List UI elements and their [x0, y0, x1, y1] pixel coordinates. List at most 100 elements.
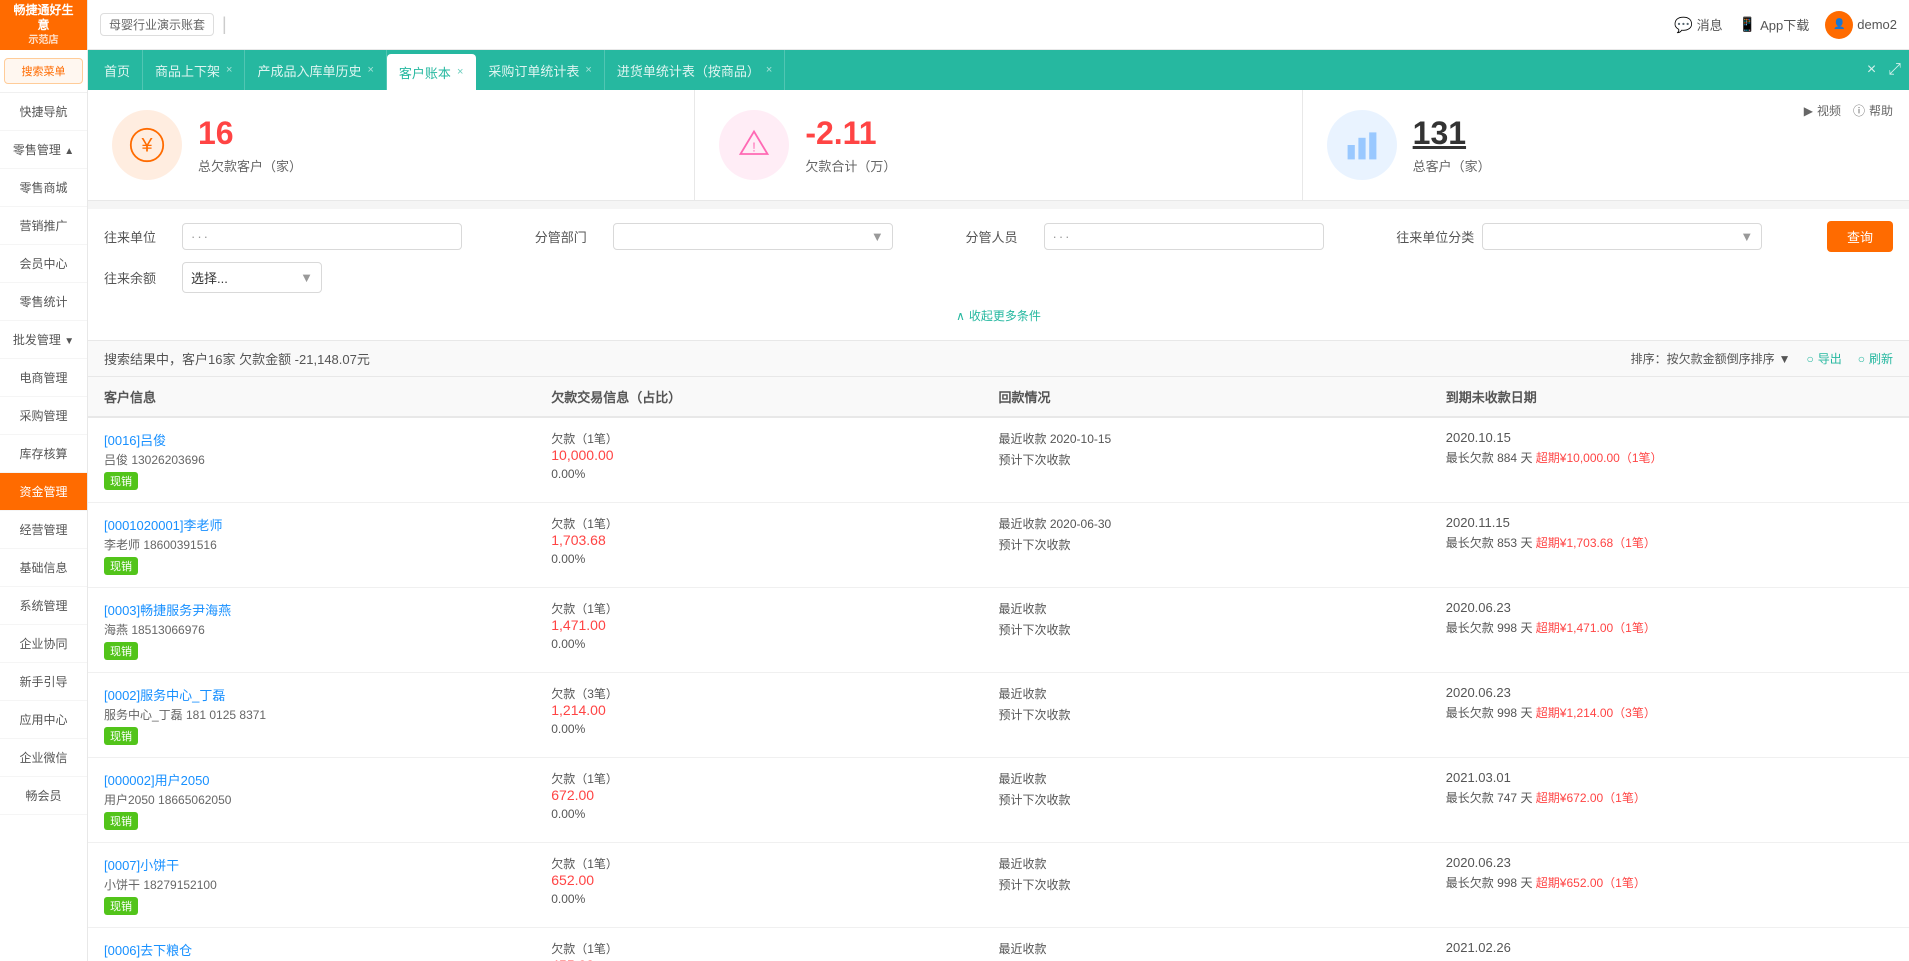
user-avatar-btn[interactable]: 👤 demo2 [1825, 11, 1897, 39]
due-date-3: 2020.06.23 [1446, 685, 1893, 700]
sidebar-item-app-center[interactable]: 应用中心 [0, 701, 87, 739]
export-btn[interactable]: ○ 导出 [1806, 350, 1841, 367]
tab-product-status[interactable]: 商品上下架 × [143, 50, 245, 90]
sidebar-item-retail-stats[interactable]: 零售统计 [0, 283, 87, 321]
refresh-icon: ○ [1858, 352, 1865, 366]
unit-category-select[interactable]: ▼ [1482, 223, 1762, 250]
collapse-filter-btn[interactable]: ∧ 收起更多条件 [104, 303, 1893, 328]
cell-customer-2: [0003]畅捷服务尹海燕 海燕 18513066976 现销 [104, 600, 551, 660]
overdue-amount-0[interactable]: 超期¥10,000.00（1笔） [1536, 451, 1663, 465]
tab-purchase-order[interactable]: 采购订单统计表 × [476, 50, 604, 90]
overdue-amount-4[interactable]: 超期¥672.00（1笔） [1536, 791, 1646, 805]
sidebar-item-member[interactable]: 会员中心 [0, 245, 87, 283]
close-icon-product-status[interactable]: × [226, 64, 232, 76]
sidebar-item-batch-mgmt[interactable]: 批发管理 ▼ [0, 321, 87, 359]
expand-tabs-btn[interactable]: ⤢ [1884, 61, 1905, 79]
debt-icon: ! [736, 127, 772, 163]
collection-last-0: 最近收款 2020-10-15 [999, 430, 1446, 447]
tab-purchase-stats[interactable]: 进货单统计表（按商品） × [605, 50, 785, 90]
sidebar-item-ops-mgmt[interactable]: 经营管理 [0, 511, 87, 549]
source-unit-input[interactable]: ··· [182, 223, 462, 250]
export-icon: ○ [1806, 352, 1813, 366]
sidebar-item-inventory[interactable]: 库存核算 [0, 435, 87, 473]
topbar-left: 母婴行业演示账套 | [100, 13, 227, 36]
customer-tag-2: 现销 [104, 642, 138, 660]
cell-debt-4: 欠款（1笔） 672.00 0.00% [551, 770, 998, 821]
sidebar-item-quick-nav[interactable]: 快捷导航 [0, 93, 87, 131]
sidebar-item-guide[interactable]: 新手引导 [0, 663, 87, 701]
cell-collection-2: 最近收款 预计下次收款 [999, 600, 1446, 638]
overdue-amount-5[interactable]: 超期¥652.00（1笔） [1536, 876, 1646, 890]
person-dots: ··· [1053, 229, 1072, 244]
balance-label: 往来余额 [104, 268, 174, 287]
debt-label-3: 欠款（3笔） [551, 685, 998, 702]
sidebar-item-purchase[interactable]: 采购管理 [0, 397, 87, 435]
stat-info-overdue: 16 总欠款客户（家） [198, 115, 302, 175]
overdue-amount-3[interactable]: 超期¥1,214.00（3笔） [1536, 706, 1656, 720]
tab-home[interactable]: 首页 [92, 50, 143, 90]
close-icon-customer-account[interactable]: × [457, 66, 463, 78]
search-menu-button[interactable]: 搜索菜单 [4, 58, 83, 84]
customer-name-2[interactable]: [0003]畅捷服务尹海燕 [104, 600, 551, 619]
cell-due-1: 2020.11.15 最长欠款 853 天 超期¥1,703.68（1笔） [1446, 515, 1893, 551]
debt-amount-2: 1,471.00 [551, 617, 998, 633]
sidebar-item-marketing[interactable]: 营销推广 [0, 207, 87, 245]
person-input[interactable]: ··· [1044, 223, 1324, 250]
table-row: [0001020001]李老师 李老师 18600391516 现销 欠款（1笔… [88, 503, 1909, 588]
collection-next-1: 预计下次收款 [999, 536, 1446, 553]
sidebar-item-system[interactable]: 系统管理 [0, 587, 87, 625]
search-button[interactable]: 查询 [1827, 221, 1893, 252]
customer-phone-1: 李老师 18600391516 [104, 536, 551, 553]
collection-next-3: 预计下次收款 [999, 706, 1446, 723]
customer-name-4[interactable]: [000002]用户2050 [104, 770, 551, 789]
table-row: [0002]服务中心_丁磊 服务中心_丁磊 181 0125 8371 现销 欠… [88, 673, 1909, 758]
stat-value-total-debt: -2.11 [805, 115, 896, 152]
filter-balance: 往来余额 选择... ▼ [104, 262, 1893, 293]
sidebar-item-ecommerce[interactable]: 电商管理 [0, 359, 87, 397]
customer-name-3[interactable]: [0002]服务中心_丁磊 [104, 685, 551, 704]
phone-icon: 📱 [1739, 16, 1756, 33]
sidebar-item-basic-info[interactable]: 基础信息 [0, 549, 87, 587]
sort-dropdown[interactable]: 排序：按欠款金额倒序排序 ▼ [1631, 350, 1791, 367]
customer-name-0[interactable]: [0016]吕俊 [104, 430, 551, 449]
chevron-down-icon: ▲ [64, 146, 74, 157]
video-help-btn[interactable]: ▶ 视频 [1804, 102, 1841, 119]
help-btn[interactable]: ⓘ 帮助 [1853, 102, 1893, 119]
dept-select[interactable]: ▼ [613, 223, 893, 250]
filter-area: 往来单位 ··· 分管部门 ▼ 分管人员 ··· [88, 209, 1909, 341]
cell-due-2: 2020.06.23 最长欠款 998 天 超期¥1,471.00（1笔） [1446, 600, 1893, 636]
cell-collection-0: 最近收款 2020-10-15 预计下次收款 [999, 430, 1446, 468]
sidebar-search-section: 搜索菜单 [0, 50, 87, 93]
overdue-amount-2[interactable]: 超期¥1,471.00（1笔） [1536, 621, 1656, 635]
sidebar-item-wechat[interactable]: 企业微信 [0, 739, 87, 777]
collection-last-5: 最近收款 [999, 855, 1446, 872]
tab-customer-account[interactable]: 客户账本 × [387, 54, 476, 90]
system-selector[interactable]: 母婴行业演示账套 [100, 13, 214, 36]
sidebar-item-member-plus[interactable]: 畅会员 [0, 777, 87, 815]
overdue-days-3: 最长欠款 998 天 超期¥1,214.00（3笔） [1446, 704, 1893, 721]
balance-select[interactable]: 选择... ▼ [182, 262, 322, 293]
customer-name-6[interactable]: [0006]去下粮仓 [104, 940, 551, 959]
sidebar-item-finance[interactable]: 资金管理 [0, 473, 87, 511]
overdue-amount-1[interactable]: 超期¥1,703.68（1笔） [1536, 536, 1656, 550]
customer-name-1[interactable]: [0001020001]李老师 [104, 515, 551, 534]
tab-product-history[interactable]: 产成品入库单历史 × [245, 50, 386, 90]
close-icon-product-history[interactable]: × [367, 64, 373, 76]
sidebar-item-enterprise[interactable]: 企业协同 [0, 625, 87, 663]
stat-value-total-customers: 131 [1413, 115, 1491, 152]
sidebar-item-retail-mgmt[interactable]: 零售管理 ▲ [0, 131, 87, 169]
cell-customer-4: [000002]用户2050 用户2050 18665062050 现销 [104, 770, 551, 830]
refresh-btn[interactable]: ○ 刷新 [1858, 350, 1893, 367]
sidebar-item-retail-mall[interactable]: 零售商城 [0, 169, 87, 207]
close-icon-purchase-stats[interactable]: × [766, 64, 772, 76]
message-btn[interactable]: 💬 消息 [1674, 15, 1723, 34]
app-download-btn[interactable]: 📱 App下载 [1739, 15, 1810, 34]
customer-name-5[interactable]: [0007]小饼干 [104, 855, 551, 874]
avatar: 👤 [1825, 11, 1853, 39]
close-all-tabs-btn[interactable]: × [1863, 61, 1880, 79]
debt-percent-2: 0.00% [551, 637, 998, 651]
close-icon-purchase-order[interactable]: × [585, 64, 591, 76]
collapse-label: 收起更多条件 [969, 307, 1041, 324]
cell-collection-6: 最近收款 预计下次收款 [999, 940, 1446, 961]
customer-tag-1: 现销 [104, 557, 138, 575]
